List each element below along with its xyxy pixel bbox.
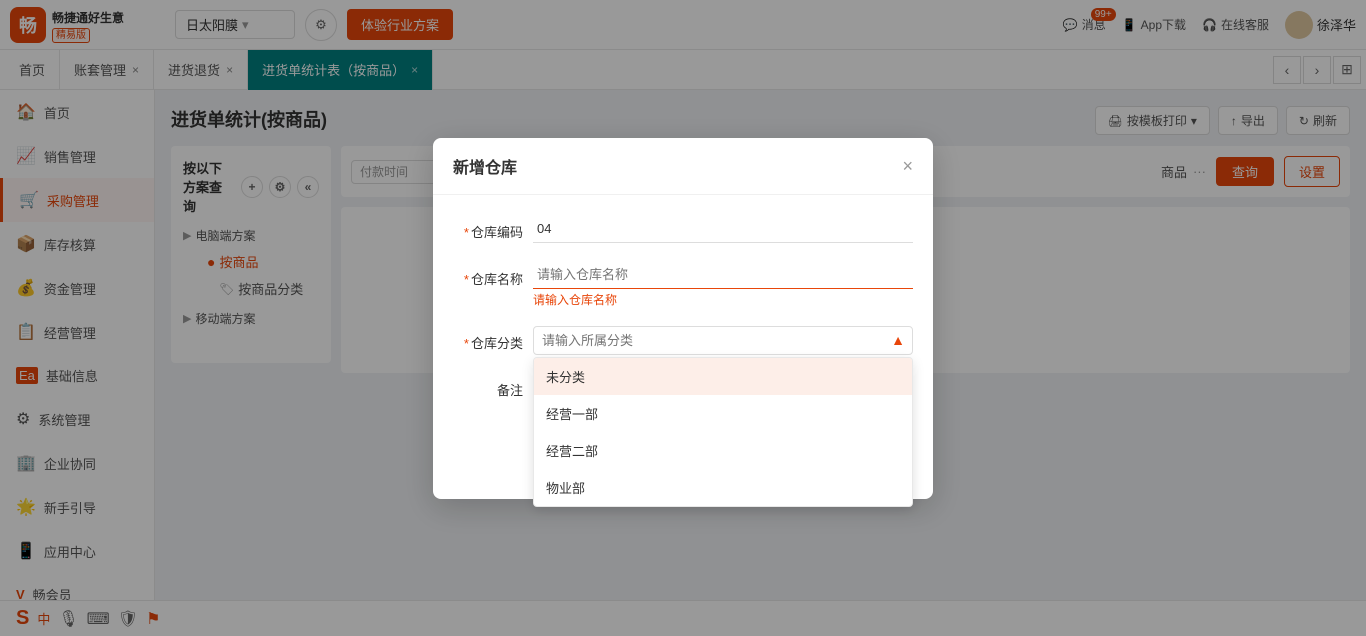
modal-title: 新增仓库 [453,154,517,178]
category-dropdown: 未分类 经营一部 经营二部 物业部 [533,357,913,507]
modal-overlay[interactable]: 新增仓库 × 仓库编码 仓库名称 请输入仓库名称 仓库分类 [0,0,1366,636]
modal-body: 仓库编码 仓库名称 请输入仓库名称 仓库分类 ▲ 未分类 [433,195,933,439]
category-label: 仓库分类 [453,326,533,352]
name-error-msg: 请输入仓库名称 [453,291,617,308]
code-label: 仓库编码 [453,215,533,241]
modal-new-warehouse: 新增仓库 × 仓库编码 仓库名称 请输入仓库名称 仓库分类 [433,138,933,499]
name-input[interactable] [533,261,913,289]
name-label: 仓库名称 [453,262,533,288]
category-input[interactable] [533,326,913,355]
dropdown-item-dept3[interactable]: 物业部 [534,469,912,506]
dropdown-item-unclassified[interactable]: 未分类 [534,358,912,395]
dropdown-item-dept1[interactable]: 经营一部 [534,395,912,432]
modal-header: 新增仓库 × [433,138,933,195]
modal-close-button[interactable]: × [902,157,913,175]
form-row-category: 仓库分类 ▲ 未分类 经营一部 经营二部 物业部 [453,326,913,355]
code-input[interactable] [533,215,913,243]
form-row-code: 仓库编码 [453,215,913,243]
form-row-name: 仓库名称 请输入仓库名称 [453,261,913,308]
dropdown-item-dept2[interactable]: 经营二部 [534,432,912,469]
note-label: 备注 [453,373,533,399]
category-select-wrap: ▲ 未分类 经营一部 经营二部 物业部 [533,326,913,355]
